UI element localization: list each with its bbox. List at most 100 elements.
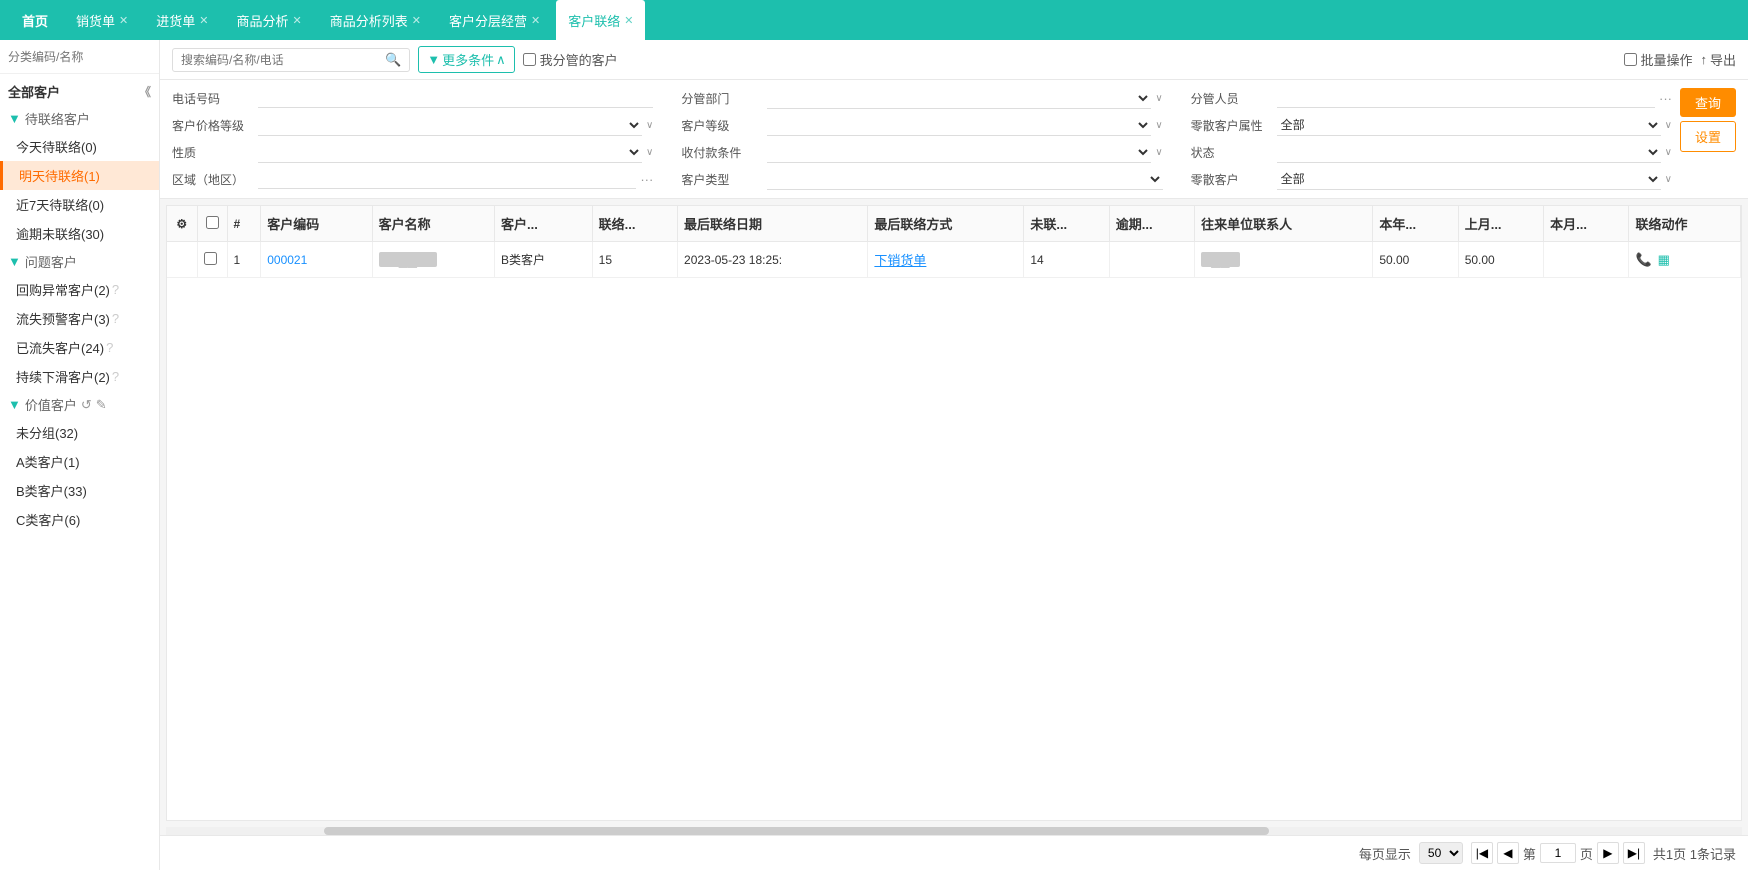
sidebar-item-already-lost[interactable]: 已流失客户(24) ? bbox=[0, 333, 159, 362]
department-label: 分管部门 bbox=[681, 90, 761, 107]
batch-op-check[interactable] bbox=[1624, 53, 1637, 66]
more-icon[interactable]: ··· bbox=[640, 172, 653, 187]
th-name[interactable]: 客户名称 bbox=[372, 206, 494, 242]
customer-level-select[interactable] bbox=[767, 115, 1151, 136]
filter-department: 分管部门 ∨ bbox=[681, 88, 1162, 109]
th-contact[interactable]: 联络... bbox=[592, 206, 677, 242]
retail-attr-select[interactable]: 全部 bbox=[1277, 115, 1661, 136]
search-icon[interactable]: 🔍 bbox=[385, 52, 401, 68]
chevron-down-icon: ∨ bbox=[646, 120, 653, 131]
sidebar-item-repurchase[interactable]: 回购异常客户(2) ? bbox=[0, 275, 159, 304]
row-last-contact-way[interactable]: 下销货单 bbox=[868, 242, 1024, 278]
per-page-label: 每页显示 bbox=[1359, 844, 1411, 863]
close-icon[interactable]: ✕ bbox=[119, 14, 128, 27]
value-customers-group[interactable]: ▼ 价值客户 ↺ ✎ bbox=[0, 391, 159, 418]
more-icon[interactable]: ··· bbox=[1659, 91, 1672, 106]
manager-input[interactable] bbox=[1277, 89, 1655, 108]
query-button[interactable]: 查询 bbox=[1680, 88, 1736, 117]
page-size-select[interactable]: 50 bbox=[1419, 842, 1463, 864]
row-code[interactable]: 000021 bbox=[261, 242, 372, 278]
nav-item-sales[interactable]: 销货单 ✕ bbox=[64, 0, 140, 40]
department-select[interactable] bbox=[767, 88, 1151, 109]
customer-type-select[interactable] bbox=[767, 169, 1162, 190]
row-checkbox[interactable] bbox=[204, 252, 217, 265]
phone-action-icon[interactable]: 📞 bbox=[1635, 252, 1651, 268]
horizontal-scrollbar[interactable] bbox=[166, 827, 1742, 835]
my-customers-checkbox[interactable]: 我分管的客户 bbox=[523, 50, 618, 69]
refresh-icon[interactable]: ↺ bbox=[81, 397, 92, 413]
filter-region: 区域（地区） ··· bbox=[172, 170, 653, 189]
filter-icon: ▼ bbox=[427, 52, 440, 67]
th-last-month[interactable]: 上月... bbox=[1458, 206, 1543, 242]
edit-icon[interactable]: ✎ bbox=[96, 397, 107, 413]
prev-page-button[interactable]: ◀ bbox=[1497, 842, 1519, 864]
th-last-contact-date[interactable]: 最后联络日期 bbox=[678, 206, 868, 242]
next-page-button[interactable]: ▶ bbox=[1597, 842, 1619, 864]
collapse-icon[interactable]: 《 bbox=[139, 83, 151, 100]
th-not-contact[interactable]: 未联... bbox=[1024, 206, 1109, 242]
close-icon[interactable]: ✕ bbox=[412, 14, 421, 27]
price-level-select[interactable] bbox=[258, 115, 642, 136]
export-button[interactable]: ↑ 导出 bbox=[1700, 50, 1736, 69]
more-conditions-button[interactable]: ▼ 更多条件 ∧ bbox=[418, 46, 514, 73]
status-label: 状态 bbox=[1191, 144, 1271, 161]
sidebar-item-class-a[interactable]: A类客户(1) bbox=[0, 447, 159, 476]
first-page-button[interactable]: |◀ bbox=[1471, 842, 1493, 864]
close-icon[interactable]: ✕ bbox=[199, 14, 208, 27]
close-icon[interactable]: ✕ bbox=[624, 14, 633, 27]
sidebar-item-overdue[interactable]: 逾期未联络(30) bbox=[0, 219, 159, 248]
region-label: 区域（地区） bbox=[172, 171, 252, 188]
row-this-year: 50.00 bbox=[1373, 242, 1458, 278]
filter-row-4: 区域（地区） ··· 客户类型 零散客户 bbox=[172, 169, 1672, 190]
th-unit-contact[interactable]: 往来单位联系人 bbox=[1195, 206, 1373, 242]
th-this-month[interactable]: 本月... bbox=[1544, 206, 1629, 242]
sidebar-item-today[interactable]: 今天待联络(0) bbox=[0, 132, 159, 161]
my-customers-check[interactable] bbox=[523, 53, 536, 66]
status-select[interactable] bbox=[1277, 142, 1661, 163]
search-input[interactable] bbox=[181, 53, 381, 67]
th-code[interactable]: 客户编码 bbox=[261, 206, 372, 242]
nav-item-customer-contact[interactable]: 客户联络 ✕ bbox=[556, 0, 645, 40]
help-icon: ? bbox=[112, 311, 119, 326]
problem-customers-group[interactable]: ▼ 问题客户 bbox=[0, 248, 159, 275]
retail-customer-select[interactable]: 全部 bbox=[1277, 169, 1661, 190]
nav-item-analysis[interactable]: 商品分析 ✕ bbox=[224, 0, 313, 40]
select-all-checkbox[interactable] bbox=[206, 216, 219, 229]
settings-button[interactable]: 设置 bbox=[1680, 121, 1736, 152]
nav-item-analysis-list[interactable]: 商品分析列表 ✕ bbox=[318, 0, 433, 40]
chevron-down-icon: ∨ bbox=[1665, 147, 1672, 158]
phone-label: 电话号码 bbox=[172, 90, 252, 107]
page-input[interactable] bbox=[1540, 843, 1576, 863]
sidebar-item-class-c[interactable]: C类客户(6) bbox=[0, 505, 159, 534]
sidebar-item-tomorrow[interactable]: 明天待联络(1) bbox=[0, 161, 159, 190]
last-page-button[interactable]: ▶| bbox=[1623, 842, 1645, 864]
row-last-contact-date: 2023-05-23 18:25: bbox=[678, 242, 868, 278]
chevron-down-icon: ∨ bbox=[646, 147, 653, 158]
sidebar-item-lost-warning[interactable]: 流失预警客户(3) ? bbox=[0, 304, 159, 333]
sidebar-search-input[interactable] bbox=[8, 50, 160, 64]
phone-input[interactable] bbox=[258, 89, 653, 108]
region-input[interactable] bbox=[258, 170, 636, 189]
nav-item-home[interactable]: 首页 bbox=[10, 0, 60, 40]
sidebar-item-week[interactable]: 近7天待联络(0) bbox=[0, 190, 159, 219]
th-gear[interactable]: ⚙ bbox=[167, 206, 197, 242]
scrollbar-thumb[interactable] bbox=[324, 827, 1270, 835]
close-icon[interactable]: ✕ bbox=[293, 14, 302, 27]
th-overdue[interactable]: 逾期... bbox=[1109, 206, 1194, 242]
sidebar-item-class-b[interactable]: B类客户(33) bbox=[0, 476, 159, 505]
filter-row-3: 性质 ∨ 收付款条件 ∨ bbox=[172, 142, 1672, 163]
th-last-contact-way[interactable]: 最后联络方式 bbox=[868, 206, 1024, 242]
close-icon[interactable]: ✕ bbox=[531, 14, 540, 27]
waiting-contact-group[interactable]: ▼ 待联络客户 bbox=[0, 105, 159, 132]
chevron-down-icon: ∨ bbox=[1155, 120, 1162, 131]
nav-item-customer-segment[interactable]: 客户分层经营 ✕ bbox=[437, 0, 552, 40]
nature-select[interactable] bbox=[258, 142, 642, 163]
th-this-year[interactable]: 本年... bbox=[1373, 206, 1458, 242]
nav-item-purchase[interactable]: 进货单 ✕ bbox=[144, 0, 220, 40]
th-type[interactable]: 客户... bbox=[494, 206, 592, 242]
sidebar-item-ungrouped[interactable]: 未分组(32) bbox=[0, 418, 159, 447]
grid-action-icon[interactable]: ▦ bbox=[1658, 252, 1670, 268]
sidebar-item-continuous-decline[interactable]: 持续下滑客户(2) ? bbox=[0, 362, 159, 391]
payment-select[interactable] bbox=[767, 142, 1151, 163]
batch-op-button[interactable]: 批量操作 bbox=[1624, 50, 1692, 69]
